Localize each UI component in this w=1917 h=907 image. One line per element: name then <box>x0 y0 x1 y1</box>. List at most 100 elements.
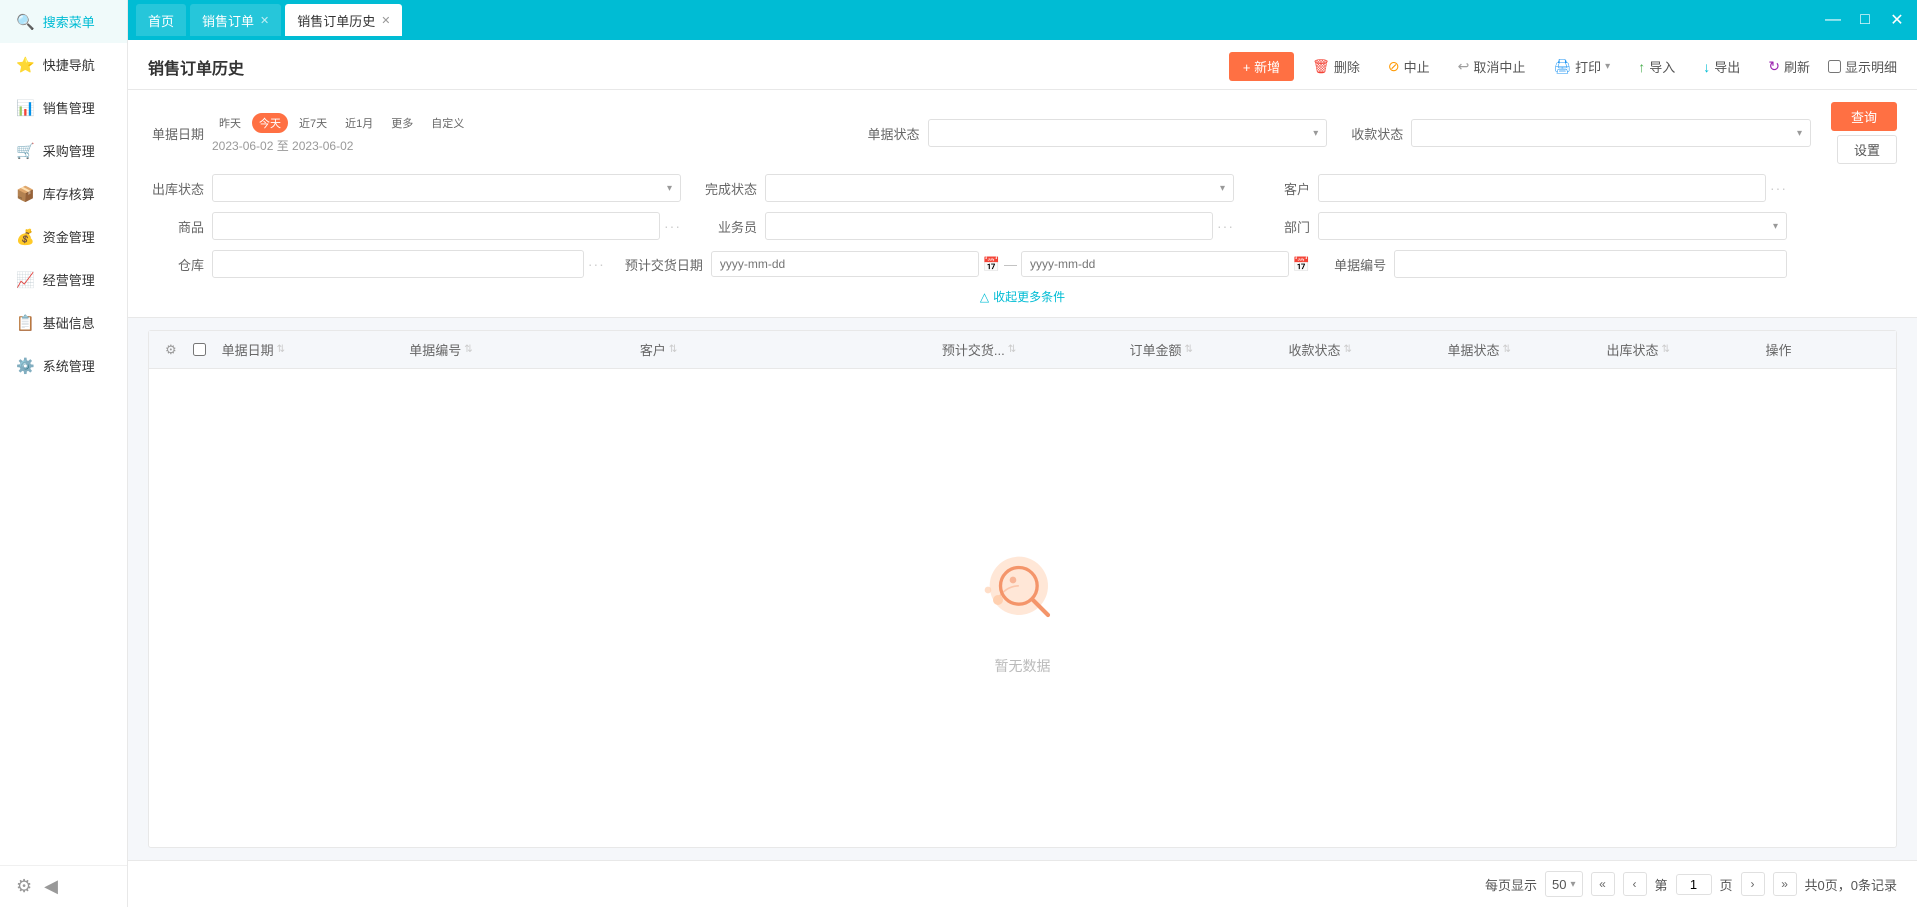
close-button[interactable]: ✕ <box>1885 10 1909 30</box>
date-tag-custom[interactable]: 自定义 <box>424 113 471 133</box>
sidebar-item-label: 采购管理 <box>43 141 95 160</box>
filter-row-2: 出库状态 ▾ 完成状态 ▾ 客户 <box>148 174 1897 202</box>
delivery-date-to-input[interactable] <box>1021 251 1289 277</box>
first-page-button[interactable]: « <box>1591 872 1615 896</box>
close-history-tab-icon[interactable]: ✕ <box>381 14 390 27</box>
delivery-date-from-input[interactable] <box>711 251 979 277</box>
sidebar-item-capital-mgmt[interactable]: 💰 资金管理 <box>0 215 127 258</box>
date-tag-yesterday[interactable]: 昨天 <box>212 113 248 133</box>
warehouse-input[interactable] <box>212 250 584 278</box>
goods-input[interactable] <box>212 212 660 240</box>
sidebar-item-sys-mgmt[interactable]: ⚙️ 系统管理 <box>0 344 127 387</box>
th-customer[interactable]: 客户 ⇅ <box>632 334 934 365</box>
toolbar: + 新增 🗑 删除 ⊘ 中止 ↩ 取消中止 🖨 打印 ▾ <box>1229 52 1897 81</box>
delete-button[interactable]: 🗑 删除 <box>1302 52 1370 81</box>
sidebar-bottom: ⚙ ◀ <box>0 865 127 907</box>
sidebar-item-purchase-mgmt[interactable]: 🛒 采购管理 <box>0 129 127 172</box>
date-tag-1month[interactable]: 近1月 <box>338 113 380 133</box>
page-number-input[interactable]: 1 <box>1676 874 1712 895</box>
tab-home-label: 首页 <box>148 11 174 30</box>
dept-label: 部门 <box>1254 217 1310 236</box>
salesperson-dots-btn[interactable]: ··· <box>1217 218 1234 234</box>
page-size-select[interactable]: 50 ▾ <box>1545 871 1583 897</box>
total-text: 共0页，0条记录 <box>1805 875 1897 894</box>
receipt-status-select[interactable]: ▾ <box>1411 119 1811 147</box>
th-checkbox[interactable] <box>185 343 214 356</box>
order-status-select[interactable]: ▾ <box>928 119 1328 147</box>
prev-page-button[interactable]: ‹ <box>1623 872 1647 896</box>
warehouse-dots-btn[interactable]: ··· <box>588 256 605 272</box>
select-all-checkbox[interactable] <box>193 343 206 356</box>
th-order-status[interactable]: 单据状态 ⇅ <box>1440 334 1599 365</box>
new-button[interactable]: + 新增 <box>1229 52 1294 81</box>
calendar-to-icon[interactable]: 📅 <box>1293 256 1310 273</box>
import-button[interactable]: ↑ 导入 <box>1628 52 1685 81</box>
sidebar-item-ops-mgmt[interactable]: 📈 经营管理 <box>0 258 127 301</box>
next-page-button[interactable]: › <box>1741 872 1765 896</box>
display-detail-toggle[interactable]: 显示明细 <box>1828 57 1897 76</box>
print-button[interactable]: 🖨 打印 ▾ <box>1543 52 1620 81</box>
table-header-row: ⚙ 单据日期 ⇅ 单据编号 ⇅ 客户 ⇅ <box>149 331 1896 369</box>
order-num-input[interactable] <box>1394 250 1787 278</box>
display-detail-checkbox[interactable] <box>1828 60 1841 73</box>
sort-pay-status-icon: ⇅ <box>1344 344 1352 355</box>
tab-sales-order[interactable]: 销售订单 ✕ <box>190 4 281 36</box>
main-area: 首页 销售订单 ✕ 销售订单历史 ✕ — □ ✕ 销售订单历史 + 新增 🗑 删… <box>128 0 1917 907</box>
page-size-arrow-icon: ▾ <box>1570 879 1575 890</box>
display-detail-label: 显示明细 <box>1845 57 1897 76</box>
search-menu-icon: 🔍 <box>16 13 35 31</box>
sidebar-item-quick-nav[interactable]: ⭐ 快捷导航 <box>0 43 127 86</box>
date-tag-7days[interactable]: 近7天 <box>292 113 334 133</box>
receipt-status-arrow-icon: ▾ <box>1797 128 1802 139</box>
sidebar-item-inventory[interactable]: 📦 库存核算 <box>0 172 127 215</box>
th-delivery[interactable]: 预计交货... ⇅ <box>934 334 1122 365</box>
date-tag-today[interactable]: 今天 <box>252 113 288 133</box>
dept-select[interactable]: ▾ <box>1318 212 1787 240</box>
cancel-stop-icon: ↩ <box>1458 58 1470 75</box>
last-page-button[interactable]: » <box>1773 872 1797 896</box>
customer-input[interactable] <box>1318 174 1766 202</box>
collapse-button[interactable]: △ 收起更多条件 <box>980 288 1065 305</box>
collapse-sidebar-icon[interactable]: ◀ <box>44 876 58 897</box>
th-date[interactable]: 单据日期 ⇅ <box>214 334 402 365</box>
calendar-from-icon[interactable]: 📅 <box>983 256 1000 273</box>
date-tag-more[interactable]: 更多 <box>384 113 420 133</box>
th-pay-status[interactable]: 收款状态 ⇅ <box>1281 334 1440 365</box>
sort-customer-icon: ⇅ <box>669 344 677 355</box>
filter-order-status-item: 单据状态 ▾ <box>864 119 1328 147</box>
refresh-button[interactable]: ↻ 刷新 <box>1758 52 1820 81</box>
maximize-button[interactable]: □ <box>1853 11 1877 29</box>
minimize-button[interactable]: — <box>1821 11 1845 29</box>
pagination-bar: 每页显示 50 ▾ « ‹ 第 1 页 › » 共0页，0条记录 <box>128 860 1917 907</box>
th-amount[interactable]: 订单金额 ⇅ <box>1121 334 1280 365</box>
page-word-before: 第 <box>1655 875 1668 894</box>
salesperson-input[interactable] <box>765 212 1213 240</box>
cancel-stop-button[interactable]: ↩ 取消中止 <box>1448 52 1536 81</box>
th-out-status[interactable]: 出库状态 ⇅ <box>1599 334 1758 365</box>
th-num[interactable]: 单据编号 ⇅ <box>401 334 632 365</box>
last-page-icon: » <box>1781 877 1788 891</box>
export-button[interactable]: ↓ 导出 <box>1693 52 1750 81</box>
sidebar-item-search-menu[interactable]: 🔍 搜索菜单 <box>0 0 127 43</box>
customer-dots-btn[interactable]: ··· <box>1770 180 1787 196</box>
out-status-select[interactable]: ▾ <box>212 174 681 202</box>
sort-num-icon: ⇅ <box>464 344 472 355</box>
th-action-label: 操作 <box>1766 340 1792 359</box>
date-range-row: 2023-06-02 至 2023-06-02 <box>212 137 353 154</box>
close-sales-order-tab-icon[interactable]: ✕ <box>260 14 269 27</box>
settings-bottom-icon[interactable]: ⚙ <box>16 876 32 897</box>
sidebar-item-basic-info[interactable]: 📋 基础信息 <box>0 301 127 344</box>
sales-mgmt-icon: 📊 <box>16 99 35 117</box>
sort-out-status-icon: ⇅ <box>1662 344 1670 355</box>
tab-home[interactable]: 首页 <box>136 4 186 36</box>
tab-sales-order-history[interactable]: 销售订单历史 ✕ <box>285 4 402 36</box>
sidebar-item-sales-mgmt[interactable]: 📊 销售管理 <box>0 86 127 129</box>
query-button[interactable]: 查询 <box>1831 102 1897 131</box>
th-settings[interactable]: ⚙ <box>157 342 185 358</box>
goods-dots-btn[interactable]: ··· <box>664 218 681 234</box>
content-area: 销售订单历史 + 新增 🗑 删除 ⊘ 中止 ↩ 取消中止 🖨 打印 <box>128 40 1917 907</box>
stop-button[interactable]: ⊘ 中止 <box>1378 52 1440 81</box>
settings-button[interactable]: 设置 <box>1837 135 1897 164</box>
complete-status-select[interactable]: ▾ <box>765 174 1234 202</box>
sort-amount-icon: ⇅ <box>1185 344 1193 355</box>
